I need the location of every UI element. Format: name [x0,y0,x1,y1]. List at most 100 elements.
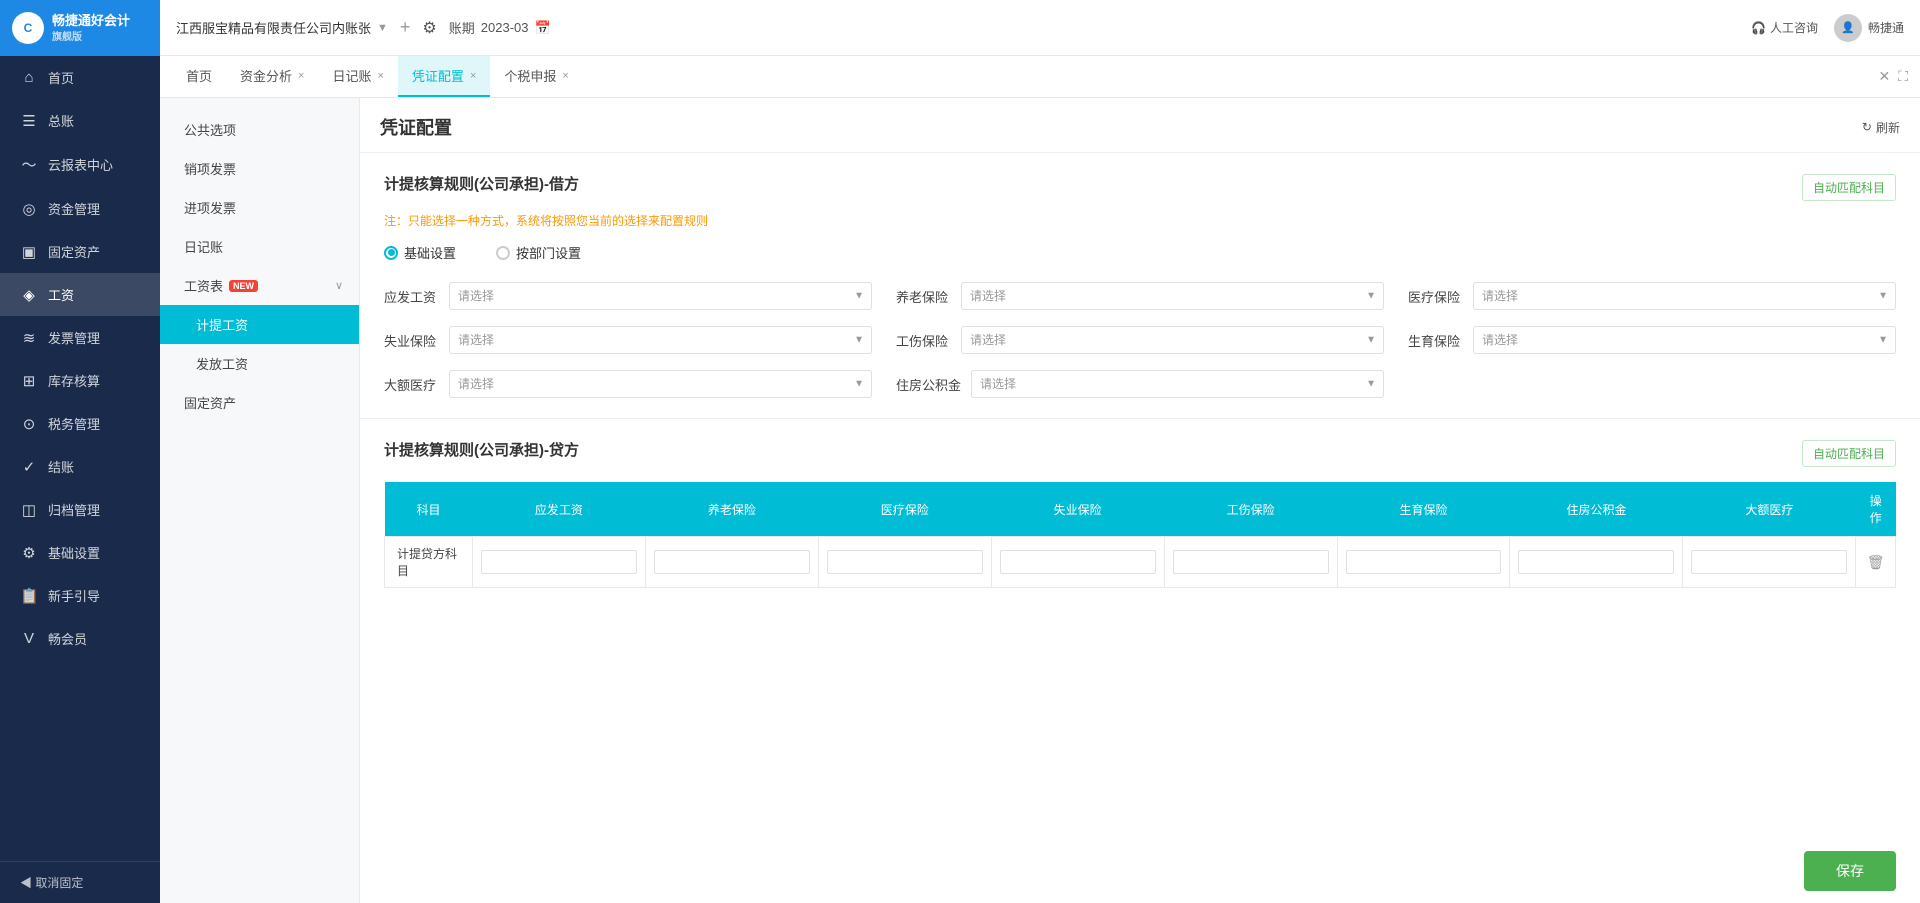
cell-yanglao[interactable] [645,537,818,588]
service-button[interactable]: 🎧 人工咨询 [1751,19,1818,36]
input-gongshang[interactable] [1173,550,1329,574]
refresh-button[interactable]: ↻ 刷新 [1862,119,1900,136]
username: 畅捷通 [1868,19,1904,36]
company-selector[interactable]: 江西服宝精品有限责任公司内账张 ▼ [176,18,388,37]
tab-voucher-close[interactable]: × [470,70,476,82]
cell-gongshang[interactable] [1164,537,1337,588]
cell-delete[interactable]: 🗑 [1856,537,1896,588]
col-gongshang: 工伤保险 [1164,482,1337,537]
credit-section-header: 计提核算规则(公司承担)-贷方 自动匹配科目 [384,439,1896,470]
sidebar-item-closing[interactable]: ✓ 结账 [0,445,160,488]
select-shengyu[interactable]: 请选择 [1473,326,1896,354]
select-zhufangjijin[interactable]: 请选择 [971,370,1384,398]
col-yiliao: 医疗保险 [818,482,991,537]
left-menu-pay-salary[interactable]: 发放工资 [160,344,359,383]
select-yingfagongzi[interactable]: 请选择 [449,282,872,310]
tab-journal-close[interactable]: × [377,70,383,82]
sidebar-item-fixed-assets[interactable]: ▣ 固定资产 [0,230,160,273]
tab-tax-label: 个税申报 [504,66,556,85]
left-menu-public[interactable]: 公共选项 [160,110,359,149]
new-badge: NEW [229,280,258,292]
settings-button[interactable]: ⚙ [422,18,436,38]
inventory-icon: ⊞ [20,372,38,390]
cell-dae[interactable] [1683,537,1856,588]
field-zhufangjijin: 住房公积金 请选择 ▼ [896,370,1384,398]
sidebar-item-settings[interactable]: ⚙ 基础设置 [0,531,160,574]
vip-icon: V [20,630,38,647]
period-value: 2023-03 [481,20,529,35]
select-yanglaobaoxian[interactable]: 请选择 [961,282,1384,310]
cell-shiye[interactable] [991,537,1164,588]
cell-yingfa[interactable] [472,537,645,588]
left-menu-accrual[interactable]: 计提工资 [160,305,359,344]
user-menu[interactable]: 👤 畅捷通 [1834,14,1904,42]
sidebar-item-salary[interactable]: ◈ 工资 [0,273,160,316]
select-shengyu-wrapper: 请选择 ▼ [1473,326,1896,354]
input-yingfa[interactable] [481,550,637,574]
tab-journal[interactable]: 日记账 × [318,56,397,97]
left-menu-sales-invoice[interactable]: 销项发票 [160,149,359,188]
left-menu-fixed-assets[interactable]: 固定资产 [160,383,359,422]
input-shiye[interactable] [1000,550,1156,574]
left-menu-payroll-group[interactable]: 工资表 NEW ∨ [160,266,359,305]
unpin-button[interactable]: ◀ 取消固定 [0,861,160,903]
tab-fund-close[interactable]: × [298,70,304,82]
topbar-right: 🎧 人工咨询 👤 畅捷通 [1751,14,1904,42]
close-tab-button[interactable]: ✕ [1878,68,1890,85]
closing-icon: ✓ [20,458,38,476]
sidebar-item-label: 基础设置 [48,543,100,562]
sidebar-item-tax[interactable]: ⊙ 税务管理 [0,402,160,445]
sidebar-item-label: 税务管理 [48,414,100,433]
left-menu-purchase-invoice[interactable]: 进项发票 [160,188,359,227]
cell-zhufang[interactable] [1510,537,1683,588]
maximize-button[interactable]: ⛶ [1898,68,1908,85]
calendar-icon[interactable]: 📅 [535,20,551,36]
app-logo: C 畅捷通好会计 旗舰版 [0,0,160,56]
tab-fund[interactable]: 资金分析 × [226,56,318,97]
cell-yiliao[interactable] [818,537,991,588]
tabs-bar: 首页 资金分析 × 日记账 × 凭证配置 × 个税申报 × ✕ ⛶ [160,56,1920,98]
sidebar-item-label: 畅会员 [48,629,87,648]
field-yanglaobaoxian: 养老保险 请选择 ▼ [896,282,1384,310]
sidebar-item-inventory[interactable]: ⊞ 库存核算 [0,359,160,402]
input-dae[interactable] [1691,550,1847,574]
sidebar-item-label: 库存核算 [48,371,100,390]
auto-match-debit-button[interactable]: 自动匹配科目 [1802,174,1896,201]
auto-match-credit-button[interactable]: 自动匹配科目 [1802,440,1896,467]
sidebar-item-guide[interactable]: 📋 新手引导 [0,574,160,617]
cell-shengyu[interactable] [1337,537,1510,588]
input-yanglao[interactable] [654,550,810,574]
sidebar-item-cloud-report[interactable]: 〜 云报表中心 [0,142,160,187]
col-zhufang: 住房公积金 [1510,482,1683,537]
sidebar-item-home[interactable]: ⌂ 首页 [0,56,160,99]
logo-icon: C [12,12,44,44]
input-yiliao[interactable] [827,550,983,574]
select-yiliaobx[interactable]: 请选择 [1473,282,1896,310]
input-shengyu[interactable] [1346,550,1502,574]
add-button[interactable]: + [400,17,411,38]
tab-tax[interactable]: 个税申报 × [490,56,582,97]
credit-section: 计提核算规则(公司承担)-贷方 自动匹配科目 科目 应发工资 养老保险 医疗保险… [360,419,1920,608]
sidebar-item-archive[interactable]: ◫ 归档管理 [0,488,160,531]
save-button[interactable]: 保存 [1804,851,1896,891]
input-zhufang[interactable] [1518,550,1674,574]
radio-basic[interactable]: 基础设置 [384,243,456,262]
field-yingfagongzi: 应发工资 请选择 ▼ [384,282,872,310]
left-menu-journal[interactable]: 日记账 [160,227,359,266]
sidebar-item-invoice[interactable]: ≋ 发票管理 [0,316,160,359]
page-header: 凭证配置 ↻ 刷新 [360,98,1920,153]
col-yanglao: 养老保险 [645,482,818,537]
col-dae: 大额医疗 [1683,482,1856,537]
select-shiyebx[interactable]: 请选择 [449,326,872,354]
tab-tax-close[interactable]: × [562,70,568,82]
sidebar-item-ledger[interactable]: ☰ 总账 [0,99,160,142]
tab-home[interactable]: 首页 [172,56,226,97]
tab-voucher[interactable]: 凭证配置 × [398,56,490,97]
select-gongshangbx[interactable]: 请选择 [961,326,1384,354]
delete-icon[interactable]: 🗑 [1867,554,1885,570]
sidebar-item-label: 工资 [48,285,74,304]
radio-dept[interactable]: 按部门设置 [496,243,581,262]
select-daeyiliao[interactable]: 请选择 [449,370,872,398]
sidebar-item-fund[interactable]: ◎ 资金管理 [0,187,160,230]
sidebar-item-vip[interactable]: V 畅会员 [0,617,160,660]
